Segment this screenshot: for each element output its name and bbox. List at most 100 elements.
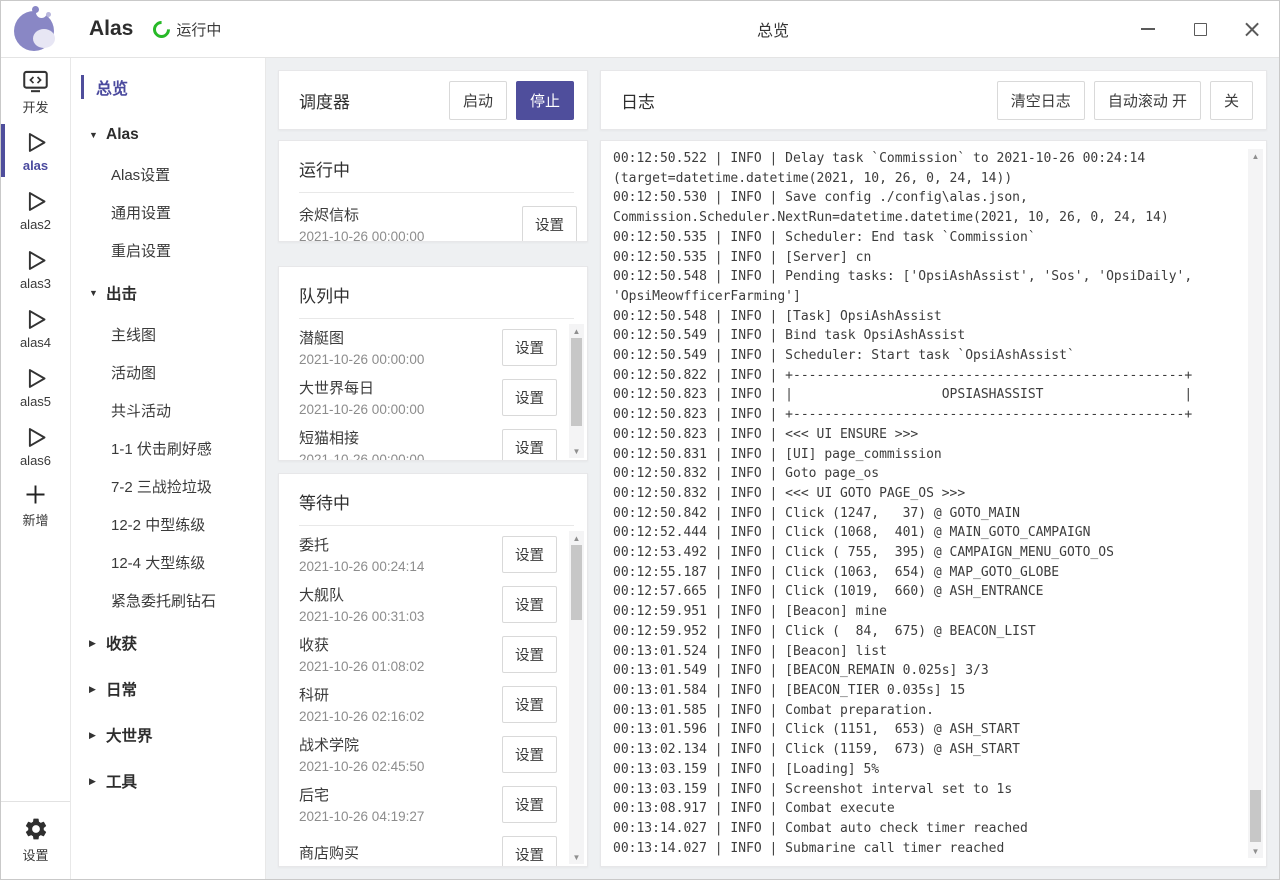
nav-rail: 开发 alas alas2 alas3 xyxy=(1,58,71,879)
scroll-up-icon[interactable]: ▲ xyxy=(569,324,584,338)
triangle-right-icon: ▶ xyxy=(89,776,106,787)
task-time: 2021-10-26 00:00:00 xyxy=(299,352,502,367)
pending-scrollbar[interactable]: ▲ ▼ xyxy=(569,324,584,458)
title-bar: Alas 运行中 总览 × xyxy=(1,1,1279,58)
rail-item-alas6[interactable]: alas6 xyxy=(1,416,70,475)
log-line: 00:13:08.917 | INFO | Combat execute xyxy=(613,799,1246,819)
task-setting-button[interactable]: 设置 xyxy=(502,536,557,573)
waiting-scrollbar[interactable]: ▲ ▼ xyxy=(569,531,584,864)
log-line: 00:12:50.822 | INFO | +-----------------… xyxy=(613,366,1246,386)
menu-group-3[interactable]: ▶日常 xyxy=(71,666,265,712)
scrollbar-thumb[interactable] xyxy=(571,338,582,426)
play-icon xyxy=(22,128,49,156)
menu-item[interactable]: 重启设置 xyxy=(71,232,265,270)
rail-item-dev[interactable]: 开发 xyxy=(1,62,70,121)
rail-item-label: 开发 xyxy=(22,97,48,116)
play-icon xyxy=(22,305,49,333)
menu-item[interactable]: 共斗活动 xyxy=(71,392,265,430)
main-area: 调度器 启动 停止 运行中 xyxy=(266,58,1279,879)
menu-item[interactable]: 12-4 大型练级 xyxy=(71,544,265,582)
log-line: 00:13:02.134 | INFO | Click (1159, 673) … xyxy=(613,740,1246,760)
rail-item-label: 设置 xyxy=(22,845,48,864)
scroll-down-icon[interactable]: ▼ xyxy=(1248,844,1263,858)
log-scrollbar[interactable]: ▲ ▼ xyxy=(1248,149,1263,858)
rail-item-alas[interactable]: alas xyxy=(1,121,70,180)
task-setting-button[interactable]: 设置 xyxy=(502,379,557,416)
log-line: 00:12:50.549 | INFO | Bind task OpsiAshA… xyxy=(613,326,1246,346)
task-row: 收获 2021-10-26 01:08:02 设置 xyxy=(279,629,567,679)
rail-item-add[interactable]: 新增 xyxy=(1,475,70,534)
scroll-up-icon[interactable]: ▲ xyxy=(569,531,584,545)
log-line: 00:12:50.832 | INFO | Goto page_os xyxy=(613,464,1246,484)
rail-item-alas5[interactable]: alas5 xyxy=(1,357,70,416)
autoscroll-on-button[interactable]: 自动滚动 开 xyxy=(1094,81,1201,120)
status-label: 运行中 xyxy=(176,19,221,40)
play-icon xyxy=(22,187,49,215)
task-setting-button[interactable]: 设置 xyxy=(502,786,557,823)
maximize-button[interactable] xyxy=(1189,16,1211,42)
task-setting-button[interactable]: 设置 xyxy=(502,329,557,366)
task-setting-button[interactable]: 设置 xyxy=(502,429,557,461)
menu-item-overview[interactable]: 总览 xyxy=(71,68,265,106)
task-setting-button[interactable]: 设置 xyxy=(502,586,557,623)
menu-item[interactable]: 1-1 伏击刷好感 xyxy=(71,430,265,468)
task-setting-button[interactable]: 设置 xyxy=(522,206,577,242)
scroll-down-icon[interactable]: ▼ xyxy=(569,850,584,864)
log-line: 00:12:50.548 | INFO | [Task] OpsiAshAssi… xyxy=(613,307,1246,327)
menu-item[interactable]: 12-2 中型练级 xyxy=(71,506,265,544)
task-row: 委托 2021-10-26 00:24:14 设置 xyxy=(279,529,567,579)
menu-group-label: 出击 xyxy=(106,282,137,304)
close-button[interactable]: × xyxy=(1241,16,1263,42)
menu-item[interactable]: 通用设置 xyxy=(71,194,265,232)
task-setting-button[interactable]: 设置 xyxy=(502,636,557,673)
menu-group-4[interactable]: ▶大世界 xyxy=(71,712,265,758)
menu-item[interactable]: 活动图 xyxy=(71,354,265,392)
log-line: 00:12:50.823 | INFO | <<< UI ENSURE >>> xyxy=(613,425,1246,445)
scroll-up-icon[interactable]: ▲ xyxy=(1248,149,1263,163)
menu-item[interactable]: 紧急委托刷钻石 xyxy=(71,582,265,620)
menu-item[interactable]: 7-2 三战捡垃圾 xyxy=(71,468,265,506)
menu-group-2[interactable]: ▶收获 xyxy=(71,620,265,666)
menu-group-5[interactable]: ▶工具 xyxy=(71,758,265,804)
log-panel: 00:12:50.522 | INFO | Delay task `Commis… xyxy=(600,140,1267,867)
task-time: 2021-10-26 00:00:00 xyxy=(299,402,502,417)
menu-group-label: 大世界 xyxy=(106,724,153,746)
minimize-icon xyxy=(1141,28,1155,30)
task-row: 商店购买 设置 xyxy=(279,829,567,866)
scroll-down-icon[interactable]: ▼ xyxy=(569,444,584,458)
minimize-button[interactable] xyxy=(1137,16,1159,42)
menu-group-1[interactable]: ▼出击 xyxy=(71,270,265,316)
log-line: 'OpsiMeowfficerFarming'] xyxy=(613,287,1246,307)
scheduler-column: 调度器 启动 停止 运行中 xyxy=(278,70,588,867)
task-setting-button[interactable]: 设置 xyxy=(502,736,557,773)
app-title: Alas xyxy=(89,17,133,41)
rail-item-alas2[interactable]: alas2 xyxy=(1,180,70,239)
play-icon xyxy=(22,423,49,451)
triangle-right-icon: ▶ xyxy=(89,730,106,741)
task-setting-button[interactable]: 设置 xyxy=(502,836,557,867)
run-status: 运行中 xyxy=(153,19,221,40)
page-title: 总览 xyxy=(757,17,789,41)
clear-log-button[interactable]: 清空日志 xyxy=(997,81,1085,120)
task-setting-button[interactable]: 设置 xyxy=(502,686,557,723)
scrollbar-thumb[interactable] xyxy=(571,545,582,620)
menu-group-0[interactable]: ▼Alas xyxy=(71,114,265,156)
scrollbar-thumb[interactable] xyxy=(1250,790,1261,842)
stop-button[interactable]: 停止 xyxy=(516,81,574,120)
rail-item-alas4[interactable]: alas4 xyxy=(1,298,70,357)
running-title: 运行中 xyxy=(279,141,587,192)
menu-group-label: Alas xyxy=(106,126,139,144)
task-time: 2021-10-26 00:31:03 xyxy=(299,609,502,624)
rail-item-alas3[interactable]: alas3 xyxy=(1,239,70,298)
log-line: 00:12:50.832 | INFO | <<< UI GOTO PAGE_O… xyxy=(613,484,1246,504)
log-line: 00:12:59.951 | INFO | [Beacon] mine xyxy=(613,602,1246,622)
app-logo-icon xyxy=(13,6,59,52)
rail-item-settings[interactable]: 设置 xyxy=(1,810,70,869)
pending-task-list: 潜艇图 2021-10-26 00:00:00 设置 大世界每日 20 xyxy=(279,322,567,460)
start-button[interactable]: 启动 xyxy=(449,81,507,120)
autoscroll-off-button[interactable]: 关 xyxy=(1210,81,1253,120)
menu-item[interactable]: 主线图 xyxy=(71,316,265,354)
waiting-title: 等待中 xyxy=(279,474,587,525)
menu-item[interactable]: Alas设置 xyxy=(71,156,265,194)
task-row: 科研 2021-10-26 02:16:02 设置 xyxy=(279,679,567,729)
